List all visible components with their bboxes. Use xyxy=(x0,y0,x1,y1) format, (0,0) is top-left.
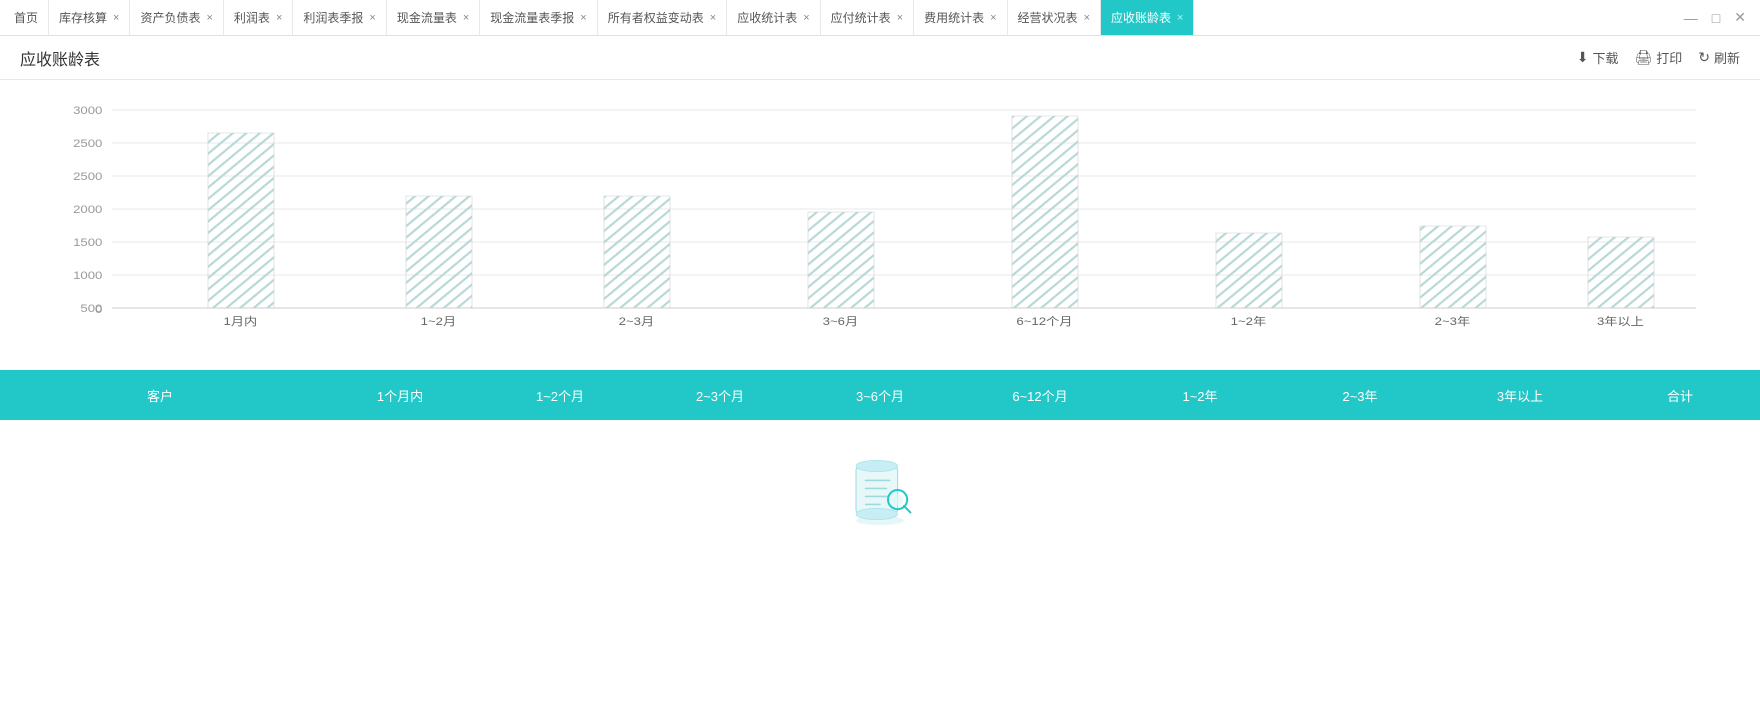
print-icon: 🖨 xyxy=(1634,49,1652,66)
tab-profit[interactable]: 利润表 × xyxy=(224,0,293,36)
close-button[interactable]: ✕ xyxy=(1728,5,1752,30)
tab-aging[interactable]: 应收账龄表 × xyxy=(1101,0,1194,36)
svg-text:1000: 1000 xyxy=(73,269,103,282)
chart-container: 3000 2500 2500 2000 1500 1000 500 0 1月内 … xyxy=(40,100,1720,360)
refresh-button[interactable]: ↻ 刷新 xyxy=(1698,48,1740,67)
col-3plus-year: 3年以上 xyxy=(1440,386,1600,405)
col-1-2month: 1~2个月 xyxy=(480,386,640,405)
download-button[interactable]: ⬇ 下载 xyxy=(1577,48,1619,67)
header-actions: ⬇ 下载 🖨 打印 ↻ 刷新 xyxy=(1577,48,1740,67)
tab-cashflow[interactable]: 现金流量表 × xyxy=(387,0,480,36)
tab-close-receivable-stat[interactable]: × xyxy=(803,12,809,24)
col-6-12month: 6~12个月 xyxy=(960,386,1120,405)
tab-expense-stat[interactable]: 费用统计表 × xyxy=(914,0,1007,36)
svg-text:1500: 1500 xyxy=(73,236,103,249)
tab-close-profit-quarterly[interactable]: × xyxy=(369,12,375,24)
tab-close-profit[interactable]: × xyxy=(276,12,282,24)
table-header: 客户 1个月内 1~2个月 2~3个月 3~6个月 6~12个月 1~2年 2~… xyxy=(0,370,1760,420)
tab-close-cashflow[interactable]: × xyxy=(463,12,469,24)
maximize-button[interactable]: □ xyxy=(1706,6,1726,30)
svg-text:2000: 2000 xyxy=(73,203,103,216)
tab-close-inventory[interactable]: × xyxy=(113,12,119,24)
empty-state xyxy=(0,420,1760,580)
svg-text:2500: 2500 xyxy=(73,170,103,183)
tab-close-equity[interactable]: × xyxy=(710,12,716,24)
svg-text:3000: 3000 xyxy=(73,104,103,117)
tab-close-operation[interactable]: × xyxy=(1084,12,1090,24)
svg-text:0: 0 xyxy=(95,303,103,316)
col-total: 合计 xyxy=(1600,386,1760,405)
tab-bar: 首页 库存核算 × 资产负债表 × 利润表 × 利润表季报 × 现金流量表 × … xyxy=(0,0,1760,36)
page-title: 应收账龄表 xyxy=(20,46,100,70)
tab-equity[interactable]: 所有者权益变动表 × xyxy=(598,0,727,36)
minimize-button[interactable]: — xyxy=(1678,6,1704,30)
col-customer: 客户 xyxy=(0,386,320,405)
svg-text:2~3年: 2~3年 xyxy=(1435,315,1471,328)
svg-text:3年以上: 3年以上 xyxy=(1597,315,1644,328)
col-2-3month: 2~3个月 xyxy=(640,386,800,405)
tab-receivable-stat[interactable]: 应收统计表 × xyxy=(727,0,820,36)
svg-text:2500: 2500 xyxy=(73,137,103,150)
tab-inventory[interactable]: 库存核算 × xyxy=(49,0,130,36)
svg-text:1~2年: 1~2年 xyxy=(1231,315,1267,328)
tab-close-payable-stat[interactable]: × xyxy=(897,12,903,24)
svg-text:1~2月: 1~2月 xyxy=(421,315,457,328)
tab-close-balance-sheet[interactable]: × xyxy=(206,12,212,24)
col-1month: 1个月内 xyxy=(320,386,480,405)
empty-icon xyxy=(830,450,930,530)
svg-text:2~3月: 2~3月 xyxy=(619,315,655,328)
refresh-icon: ↻ xyxy=(1698,49,1710,66)
main-content: 3000 2500 2500 2000 1500 1000 500 0 1月内 … xyxy=(0,80,1760,720)
tab-balance-sheet[interactable]: 资产负债表 × xyxy=(130,0,223,36)
tab-close-expense-stat[interactable]: × xyxy=(990,12,996,24)
window-actions: — □ ✕ xyxy=(1678,5,1756,30)
tab-close-cashflow-quarterly[interactable]: × xyxy=(580,12,586,24)
col-3-6month: 3~6个月 xyxy=(800,386,960,405)
download-icon: ⬇ xyxy=(1577,49,1589,66)
svg-text:6~12个月: 6~12个月 xyxy=(1016,315,1072,328)
col-2-3year: 2~3年 xyxy=(1280,386,1440,405)
col-1-2year: 1~2年 xyxy=(1120,386,1280,405)
tab-payable-stat[interactable]: 应付统计表 × xyxy=(821,0,914,36)
tab-profit-quarterly[interactable]: 利润表季报 × xyxy=(293,0,386,36)
tab-operation[interactable]: 经营状况表 × xyxy=(1008,0,1101,36)
page-header: 应收账龄表 ⬇ 下载 🖨 打印 ↻ 刷新 xyxy=(0,36,1760,80)
bar-chart: 3000 2500 2500 2000 1500 1000 500 0 1月内 … xyxy=(40,100,1720,360)
svg-text:1月内: 1月内 xyxy=(224,315,258,328)
tab-close-aging[interactable]: × xyxy=(1177,12,1183,24)
svg-text:3~6月: 3~6月 xyxy=(823,315,859,328)
chart-area: 3000 2500 2500 2000 1500 1000 500 0 1月内 … xyxy=(0,80,1760,370)
tab-cashflow-quarterly[interactable]: 现金流量表季报 × xyxy=(480,0,597,36)
print-button[interactable]: 🖨 打印 xyxy=(1634,48,1682,67)
tab-home[interactable]: 首页 xyxy=(4,0,49,36)
